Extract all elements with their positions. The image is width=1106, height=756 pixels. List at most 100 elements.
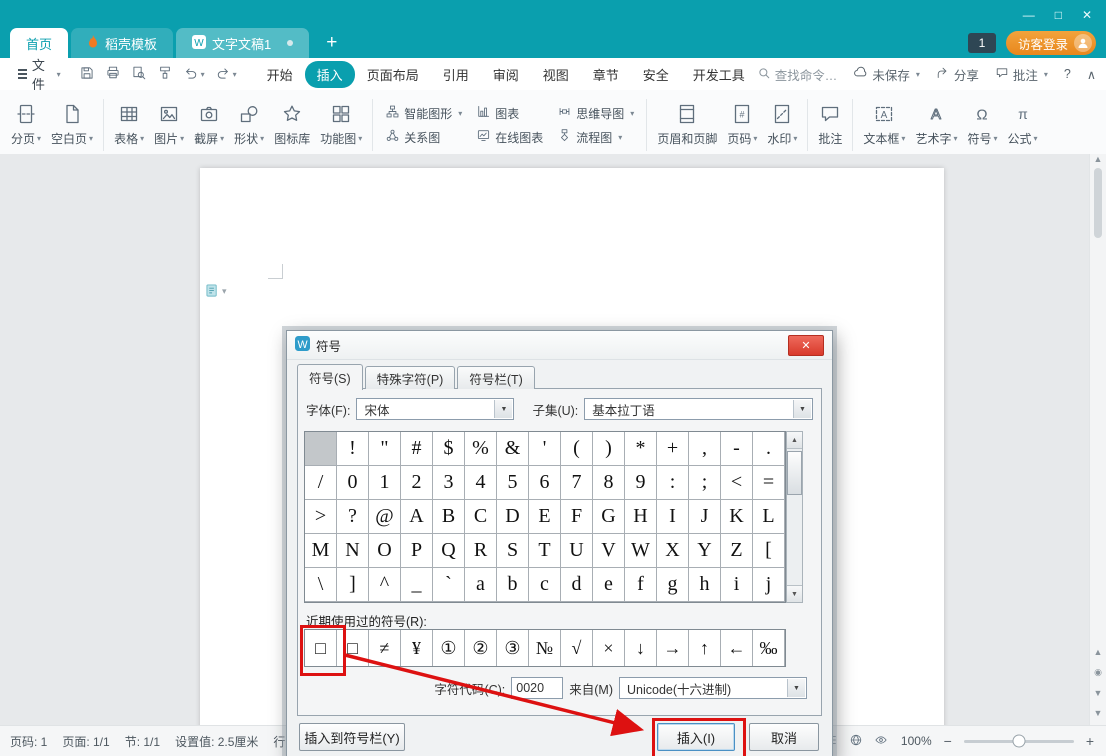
file-menu-button[interactable]: 文件 ▾ xyxy=(10,55,69,93)
save-status-button[interactable]: 未保存 ▾ xyxy=(853,65,920,84)
from-combobox[interactable]: Unicode(十六进制) ▼ xyxy=(619,677,807,699)
tab-document[interactable]: W 文字文稿1 xyxy=(176,28,309,58)
scrollbar-thumb[interactable] xyxy=(1094,168,1102,238)
undo-button[interactable]: ▾ xyxy=(179,62,209,87)
symbol-cell[interactable]: J xyxy=(689,500,721,534)
scroll-up-icon[interactable]: ▲ xyxy=(787,432,802,449)
symbol-cell[interactable]: - xyxy=(721,432,753,466)
symbol-cell[interactable]: N xyxy=(337,534,369,568)
symbol-cell[interactable] xyxy=(305,432,337,466)
symbol-cell[interactable]: L xyxy=(753,500,785,534)
share-button[interactable]: 分享 xyxy=(936,65,979,84)
tab-docer-templates[interactable]: 稻壳模板 xyxy=(71,28,173,58)
symbol-cell[interactable]: + xyxy=(657,432,689,466)
ribbon-图表[interactable]: 图表 xyxy=(471,103,548,123)
symbol-cell[interactable]: K xyxy=(721,500,753,534)
symbol-cell[interactable]: ] xyxy=(337,568,369,602)
symbol-cell[interactable]: & xyxy=(497,432,529,466)
symbol-cell[interactable]: f xyxy=(625,568,657,602)
symbol-cell[interactable]: U xyxy=(561,534,593,568)
charcode-input[interactable]: 0020 xyxy=(511,677,563,699)
recent-symbol-cell[interactable]: ← xyxy=(721,630,753,666)
symbol-cell[interactable]: = xyxy=(753,466,785,500)
recent-symbol-cell[interactable]: ③ xyxy=(497,630,529,666)
ribbon-在线图表[interactable]: 在线图表 xyxy=(471,127,548,147)
symbol-cell[interactable]: B xyxy=(433,500,465,534)
symbol-cell[interactable]: h xyxy=(689,568,721,602)
symbol-cell[interactable]: ' xyxy=(529,432,561,466)
symbol-cell[interactable]: M xyxy=(305,534,337,568)
ribbon-表格[interactable]: 表格▾ xyxy=(109,93,149,157)
ribbon-智能图形[interactable]: 智能图形▾ xyxy=(380,103,467,123)
ribbon-批注[interactable]: 批注 xyxy=(813,93,847,157)
symbol-cell[interactable]: C xyxy=(465,500,497,534)
symbol-cell[interactable]: [ xyxy=(753,534,785,568)
symbol-cell[interactable]: " xyxy=(369,432,401,466)
recent-symbol-cell[interactable]: → xyxy=(657,630,689,666)
symbol-cell[interactable]: \ xyxy=(305,568,337,602)
symbol-cell[interactable]: # xyxy=(401,432,433,466)
symbol-cell[interactable]: e xyxy=(593,568,625,602)
symbol-cell[interactable]: ( xyxy=(561,432,593,466)
menu-tab-插入[interactable]: 插入 xyxy=(305,61,355,88)
menu-tab-页面布局[interactable]: 页面布局 xyxy=(355,61,431,88)
insert-button[interactable]: 插入(I) xyxy=(657,723,735,751)
menu-tab-章节[interactable]: 章节 xyxy=(581,61,631,88)
symbol-cell[interactable]: 9 xyxy=(625,466,657,500)
recent-symbol-cell[interactable]: № xyxy=(529,630,561,666)
close-button[interactable]: ✕ xyxy=(1082,8,1092,22)
maximize-button[interactable]: □ xyxy=(1055,8,1062,22)
message-count-badge[interactable]: 1 xyxy=(968,33,996,53)
scroll-down-icon[interactable]: ▼ xyxy=(787,585,802,602)
recent-symbol-cell[interactable]: ¥ xyxy=(401,630,433,666)
comment-button[interactable]: 批注 ▾ xyxy=(995,65,1048,84)
symbol-cell[interactable]: H xyxy=(625,500,657,534)
zoom-level[interactable]: 100% xyxy=(901,734,932,748)
recent-symbol-cell[interactable]: □ xyxy=(337,630,369,666)
symbol-cell[interactable]: . xyxy=(753,432,785,466)
scroll-up-icon[interactable]: ▲ xyxy=(1094,154,1103,164)
symbol-cell[interactable]: < xyxy=(721,466,753,500)
symbol-cell[interactable]: 7 xyxy=(561,466,593,500)
recent-symbol-cell[interactable]: ② xyxy=(465,630,497,666)
chevron-down-icon[interactable]: ▼ xyxy=(787,679,805,697)
chevron-down-icon[interactable]: ▼ xyxy=(793,400,811,418)
eye-view-button[interactable] xyxy=(871,730,891,753)
ribbon-艺术字[interactable]: A艺术字▾ xyxy=(910,93,962,157)
save-button[interactable] xyxy=(75,62,99,87)
recent-symbol-cell[interactable]: ≠ xyxy=(369,630,401,666)
menu-tab-视图[interactable]: 视图 xyxy=(531,61,581,88)
symbol-cell[interactable]: O xyxy=(369,534,401,568)
symbol-cell[interactable]: ? xyxy=(337,500,369,534)
symbol-cell[interactable]: / xyxy=(305,466,337,500)
collapse-ribbon-button[interactable]: ∧ xyxy=(1087,67,1096,82)
menu-tab-安全[interactable]: 安全 xyxy=(631,61,681,88)
dialog-tab-2[interactable]: 特殊字符(P) xyxy=(365,366,456,389)
ribbon-页眉和页脚[interactable]: 页眉和页脚 xyxy=(652,93,722,157)
browse-object-button[interactable]: ◉ xyxy=(1094,667,1102,678)
new-tab-button[interactable]: + xyxy=(312,32,351,58)
symbol-grid-scrollbar[interactable]: ▲ ▼ xyxy=(786,431,803,603)
symbol-cell[interactable]: R xyxy=(465,534,497,568)
symbol-cell[interactable]: A xyxy=(401,500,433,534)
symbol-cell[interactable]: ` xyxy=(433,568,465,602)
ribbon-思维导图[interactable]: 思维导图▾ xyxy=(552,103,639,123)
symbol-cell[interactable]: E xyxy=(529,500,561,534)
tab-home[interactable]: 首页 xyxy=(10,28,68,58)
symbol-cell[interactable]: X xyxy=(657,534,689,568)
globe-view-button[interactable] xyxy=(846,730,866,753)
symbol-cell[interactable]: Y xyxy=(689,534,721,568)
status-页码[interactable]: 页码: 1 xyxy=(10,733,47,750)
minimize-button[interactable]: — xyxy=(1023,8,1035,22)
previous-page-button[interactable]: ▲ xyxy=(1094,647,1103,657)
symbol-cell[interactable]: P xyxy=(401,534,433,568)
page-setup-icon[interactable]: ▾ xyxy=(206,284,227,298)
symbol-cell[interactable]: G xyxy=(593,500,625,534)
symbol-cell[interactable]: % xyxy=(465,432,497,466)
symbol-cell[interactable]: _ xyxy=(401,568,433,602)
symbol-cell[interactable]: 1 xyxy=(369,466,401,500)
recent-symbol-cell[interactable]: ↑ xyxy=(689,630,721,666)
ribbon-空白页[interactable]: 空白页▾ xyxy=(46,93,98,157)
symbol-cell[interactable]: V xyxy=(593,534,625,568)
recent-symbol-cell[interactable]: ‰ xyxy=(753,630,785,666)
